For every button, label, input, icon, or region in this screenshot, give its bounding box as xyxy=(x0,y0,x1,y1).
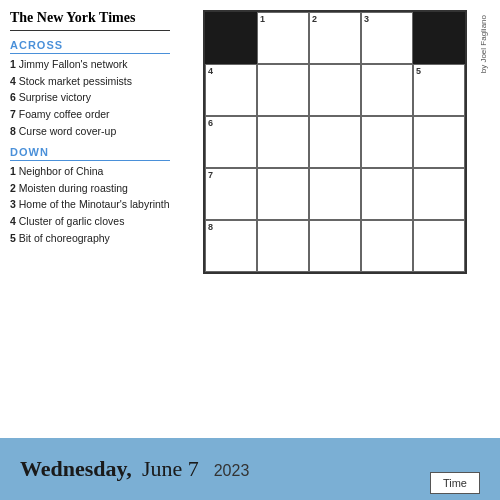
main-content: The New York Times ACROSS 1 Jimmy Fallon… xyxy=(0,0,500,438)
date-display: Wednesday, June 7 2023 xyxy=(20,456,249,482)
grid-cell-r3-c3[interactable] xyxy=(361,168,413,220)
clue-down-2: 2 Moisten during roasting xyxy=(10,182,170,196)
grid-cell-r0-c4 xyxy=(413,12,465,64)
cell-number-4: 4 xyxy=(208,67,213,76)
cell-number-1: 1 xyxy=(260,15,265,24)
grid-cell-r1-c2[interactable] xyxy=(309,64,361,116)
cell-number-2: 2 xyxy=(312,15,317,24)
clues-section: The New York Times ACROSS 1 Jimmy Fallon… xyxy=(10,10,170,428)
date-day: June 7 xyxy=(142,456,199,482)
grid-cell-r2-c0[interactable]: 6 xyxy=(205,116,257,168)
grid-cell-r4-c3[interactable] xyxy=(361,220,413,272)
crossword-area: by Joel Fagliano 1 2 3 4 5 6 7 8 xyxy=(180,10,490,428)
grid-cell-r1-c3[interactable] xyxy=(361,64,413,116)
grid-cell-r3-c4[interactable] xyxy=(413,168,465,220)
cell-number-5: 5 xyxy=(416,67,421,76)
grid-cell-r0-c1[interactable]: 1 xyxy=(257,12,309,64)
grid-cell-r2-c3[interactable] xyxy=(361,116,413,168)
grid-cell-r3-c2[interactable] xyxy=(309,168,361,220)
clue-down-3: 3 Home of the Minotaur's labyrinth xyxy=(10,198,170,212)
cell-number-3: 3 xyxy=(364,15,369,24)
grid-cell-r2-c4[interactable] xyxy=(413,116,465,168)
grid-cell-r4-c2[interactable] xyxy=(309,220,361,272)
clue-across-1: 1 Jimmy Fallon's network xyxy=(10,58,170,72)
grid-cell-r2-c2[interactable] xyxy=(309,116,361,168)
clue-down-4: 4 Cluster of garlic cloves xyxy=(10,215,170,229)
page-container: The New York Times ACROSS 1 Jimmy Fallon… xyxy=(0,0,500,500)
grid-cell-r0-c2[interactable]: 2 xyxy=(309,12,361,64)
clue-across-8: 8 Curse word cover-up xyxy=(10,125,170,139)
byline: by Joel Fagliano xyxy=(479,15,488,73)
across-label: ACROSS xyxy=(10,39,170,54)
grid-cell-r3-c1[interactable] xyxy=(257,168,309,220)
down-label: DOWN xyxy=(10,146,170,161)
grid-cell-r4-c1[interactable] xyxy=(257,220,309,272)
clue-across-7: 7 Foamy coffee order xyxy=(10,108,170,122)
grid-cell-r1-c0[interactable]: 4 xyxy=(205,64,257,116)
clue-across-4: 4 Stock market pessimists xyxy=(10,75,170,89)
clue-down-1: 1 Neighbor of China xyxy=(10,165,170,179)
time-box: Time xyxy=(430,472,480,494)
cell-number-7: 7 xyxy=(208,171,213,180)
bottom-bar: Wednesday, June 7 2023 Time xyxy=(0,438,500,500)
grid-cell-r0-c3[interactable]: 3 xyxy=(361,12,413,64)
clue-across-6: 6 Surprise victory xyxy=(10,91,170,105)
date-weekday: Wednesday, xyxy=(20,456,132,482)
clue-down-5: 5 Bit of choreography xyxy=(10,232,170,246)
cell-number-8: 8 xyxy=(208,223,213,232)
grid-cell-r4-c4[interactable] xyxy=(413,220,465,272)
grid-cell-r1-c4[interactable]: 5 xyxy=(413,64,465,116)
nyt-logo: The New York Times xyxy=(10,10,170,31)
grid-cell-r0-c0 xyxy=(205,12,257,64)
date-year: 2023 xyxy=(214,462,250,480)
crossword-grid[interactable]: 1 2 3 4 5 6 7 8 xyxy=(203,10,467,274)
grid-cell-r1-c1[interactable] xyxy=(257,64,309,116)
cell-number-6: 6 xyxy=(208,119,213,128)
grid-cell-r3-c0[interactable]: 7 xyxy=(205,168,257,220)
grid-cell-r4-c0[interactable]: 8 xyxy=(205,220,257,272)
grid-cell-r2-c1[interactable] xyxy=(257,116,309,168)
